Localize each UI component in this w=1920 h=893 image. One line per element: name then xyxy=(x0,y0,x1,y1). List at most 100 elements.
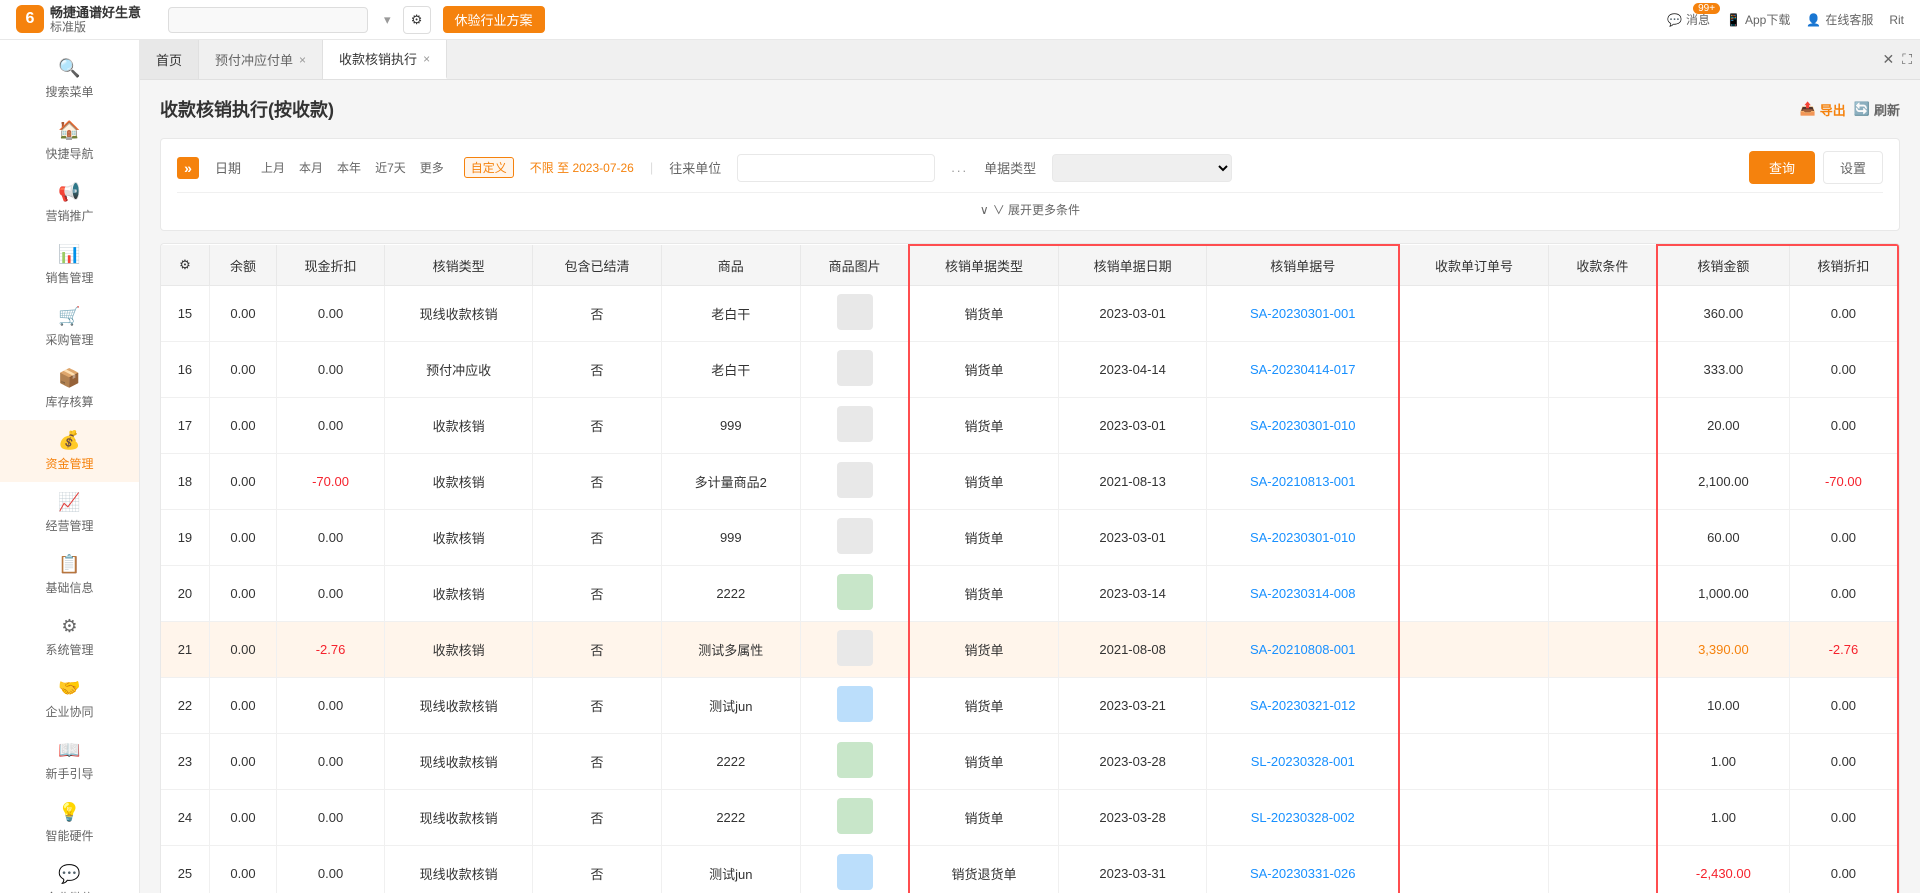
cell-7-receipt_order_no xyxy=(1399,678,1548,734)
top-search-input[interactable] xyxy=(168,7,368,33)
filter-expand-btn[interactable]: » xyxy=(177,157,199,179)
sidebar-item-5[interactable]: 📦库存核算 xyxy=(0,358,139,420)
cell-6-verify_bill_date: 2021-08-08 xyxy=(1058,622,1206,678)
expand-conditions-btn[interactable]: ∨ ∨ 展开更多条件 xyxy=(177,192,1883,218)
user-area[interactable]: Rit xyxy=(1889,13,1904,27)
online-service-btn[interactable]: 👤 在线客服 xyxy=(1806,11,1873,28)
bill-no-link[interactable]: SA-20230331-026 xyxy=(1250,866,1356,881)
main-table: ⚙余额现金折扣核销类型包含已结清商品商品图片核销单据类型核销单据日期核销单据号收… xyxy=(161,244,1899,893)
date-option-本月[interactable]: 本月 xyxy=(295,157,327,178)
sidebar-item-10[interactable]: 🤝企业协同 xyxy=(0,668,139,730)
col-header-product_img: 商品图片 xyxy=(801,245,910,286)
messages-btn[interactable]: 💬 消息 99+ xyxy=(1667,11,1710,28)
date-option-本年[interactable]: 本年 xyxy=(333,157,365,178)
bill-no-link[interactable]: SL-20230328-001 xyxy=(1251,754,1355,769)
sidebar-item-12[interactable]: 💡智能硬件 xyxy=(0,792,139,854)
sidebar-icon-3: 📊 xyxy=(58,244,80,265)
bill-no-link[interactable]: SA-20230314-008 xyxy=(1250,586,1356,601)
cell-1-gear: 16 xyxy=(161,342,209,398)
cell-5-verify_bill_type: 销货单 xyxy=(909,566,1058,622)
cell-3-product: 多计量商品2 xyxy=(661,454,800,510)
sidebar-label-1: 快捷导航 xyxy=(45,145,93,162)
bill-no-link[interactable]: SA-20210813-001 xyxy=(1250,474,1356,489)
sidebar-label-5: 库存核算 xyxy=(45,393,93,410)
table-row[interactable]: 170.000.00收款核销否999销货单2023-03-01SA-202303… xyxy=(161,398,1898,454)
top-bar: 6 畅捷通谱好生意 标准版 ▾ ⚙ 休验行业方案 💬 消息 99+ 📱 App下… xyxy=(0,0,1920,40)
bill-no-link[interactable]: SL-20230328-002 xyxy=(1251,810,1355,825)
sidebar-item-0[interactable]: 🔍搜索菜单 xyxy=(0,48,139,110)
cell-8-cash_discount: 0.00 xyxy=(277,734,385,790)
tab-2[interactable]: 收款核销执行× xyxy=(323,40,447,79)
cell-4-verify_amount: 60.00 xyxy=(1657,510,1789,566)
cell-2-verify_type: 收款核销 xyxy=(384,398,532,454)
col-header-verify_bill_date: 核销单据日期 xyxy=(1058,245,1206,286)
tab-close-window-icon[interactable]: ✕ xyxy=(1882,51,1894,68)
table-row[interactable]: 200.000.00收款核销否2222销货单2023-03-14SA-20230… xyxy=(161,566,1898,622)
table-row[interactable]: 180.00-70.00收款核销否多计量商品2销货单2021-08-13SA-2… xyxy=(161,454,1898,510)
table-row[interactable]: 230.000.00现线收款核销否2222销货单2023-03-28SL-202… xyxy=(161,734,1898,790)
sidebar-item-8[interactable]: 📋基础信息 xyxy=(0,544,139,606)
sidebar-item-11[interactable]: 📖新手引导 xyxy=(0,730,139,792)
sidebar-item-1[interactable]: 🏠快捷导航 xyxy=(0,110,139,172)
app-download-btn[interactable]: 📱 App下载 xyxy=(1726,11,1790,28)
query-button[interactable]: 查询 xyxy=(1749,151,1815,184)
bill-no-link[interactable]: SA-20230301-010 xyxy=(1250,418,1356,433)
bill-type-select[interactable] xyxy=(1052,154,1232,182)
bill-no-link[interactable]: SA-20230321-012 xyxy=(1250,698,1356,713)
table-row[interactable]: 240.000.00现线收款核销否2222销货单2023-03-28SL-202… xyxy=(161,790,1898,846)
date-option-近7天[interactable]: 近7天 xyxy=(371,157,410,178)
product-img xyxy=(837,350,873,386)
date-range: 不限 至 2023-07-26 xyxy=(530,159,634,176)
sidebar-item-3[interactable]: 📊销售管理 xyxy=(0,234,139,296)
cell-3-cash_discount: -70.00 xyxy=(277,454,385,510)
sidebar-item-4[interactable]: 🛒采购管理 xyxy=(0,296,139,358)
bill-no-link[interactable]: SA-20230301-010 xyxy=(1250,530,1356,545)
cell-9-verify_bill_no: SL-20230328-002 xyxy=(1207,790,1399,846)
col-header-receipt_order_no: 收款单订单号 xyxy=(1399,245,1548,286)
message-badge: 99+ xyxy=(1693,3,1720,14)
settings-icon[interactable]: ⚙ xyxy=(403,6,431,34)
tab-0[interactable]: 首页 xyxy=(140,40,199,79)
cell-0-verify_bill_date: 2023-03-01 xyxy=(1058,286,1206,342)
tab-1[interactable]: 预付冲应付单× xyxy=(199,40,323,79)
cell-2-include_settled: 否 xyxy=(533,398,661,454)
sidebar-item-2[interactable]: 📢营销推广 xyxy=(0,172,139,234)
filter-settings-btn[interactable]: 设置 xyxy=(1823,151,1883,184)
sidebar-icon-4: 🛒 xyxy=(58,306,80,327)
sidebar-item-9[interactable]: ⚙系统管理 xyxy=(0,606,139,668)
table-row[interactable]: 220.000.00现线收款核销否测试jun销货单2023-03-21SA-20… xyxy=(161,678,1898,734)
partner-dots: ... xyxy=(951,160,968,175)
bill-no-link[interactable]: SA-20230301-001 xyxy=(1250,306,1356,321)
table-row[interactable]: 150.000.00现线收款核销否老白干销货单2023-03-01SA-2023… xyxy=(161,286,1898,342)
bill-no-link[interactable]: SA-20230414-017 xyxy=(1250,362,1356,377)
date-custom-btn[interactable]: 自定义 xyxy=(464,157,514,178)
refresh-button[interactable]: 🔄 刷新 xyxy=(1854,100,1900,119)
table-row[interactable]: 250.000.00现线收款核销否测试jun销货退货单2023-03-31SA-… xyxy=(161,846,1898,893)
date-option-上月[interactable]: 上月 xyxy=(257,157,289,178)
bill-no-link[interactable]: SA-20210808-001 xyxy=(1250,642,1356,657)
export-button[interactable]: 📤 导出 xyxy=(1800,100,1846,119)
partner-input[interactable] xyxy=(737,154,935,182)
table-row[interactable]: 210.00-2.76收款核销否测试多属性销货单2021-08-08SA-202… xyxy=(161,622,1898,678)
table-row[interactable]: 190.000.00收款核销否999销货单2023-03-01SA-202303… xyxy=(161,510,1898,566)
cell-1-verify_discount: 0.00 xyxy=(1789,342,1898,398)
sidebar-item-6[interactable]: 💰资金管理 xyxy=(0,420,139,482)
cell-0-cash_discount: 0.00 xyxy=(277,286,385,342)
sidebar-item-7[interactable]: 📈经营管理 xyxy=(0,482,139,544)
industry-btn[interactable]: 休验行业方案 xyxy=(443,6,545,33)
cell-0-include_settled: 否 xyxy=(533,286,661,342)
date-options: 上月本月本年近7天更多 xyxy=(257,157,448,178)
product-img xyxy=(837,686,873,722)
table-row[interactable]: 160.000.00预付冲应收否老白干销货单2023-04-14SA-20230… xyxy=(161,342,1898,398)
cell-9-verify_bill_date: 2023-03-28 xyxy=(1058,790,1206,846)
tab-close-1[interactable]: × xyxy=(299,53,306,67)
sidebar-item-13[interactable]: 💬企业微信 xyxy=(0,854,139,893)
tab-maximize-icon[interactable]: ⛶ xyxy=(1902,51,1912,68)
date-option-更多[interactable]: 更多 xyxy=(416,157,448,178)
cell-5-gear: 20 xyxy=(161,566,209,622)
cell-7-receipt_condition xyxy=(1548,678,1657,734)
tab-close-2[interactable]: × xyxy=(423,52,430,66)
table-container: ⚙余额现金折扣核销类型包含已结清商品商品图片核销单据类型核销单据日期核销单据号收… xyxy=(160,243,1900,893)
export-icon: 📤 xyxy=(1800,101,1816,117)
cell-6-verify_discount: -2.76 xyxy=(1789,622,1898,678)
